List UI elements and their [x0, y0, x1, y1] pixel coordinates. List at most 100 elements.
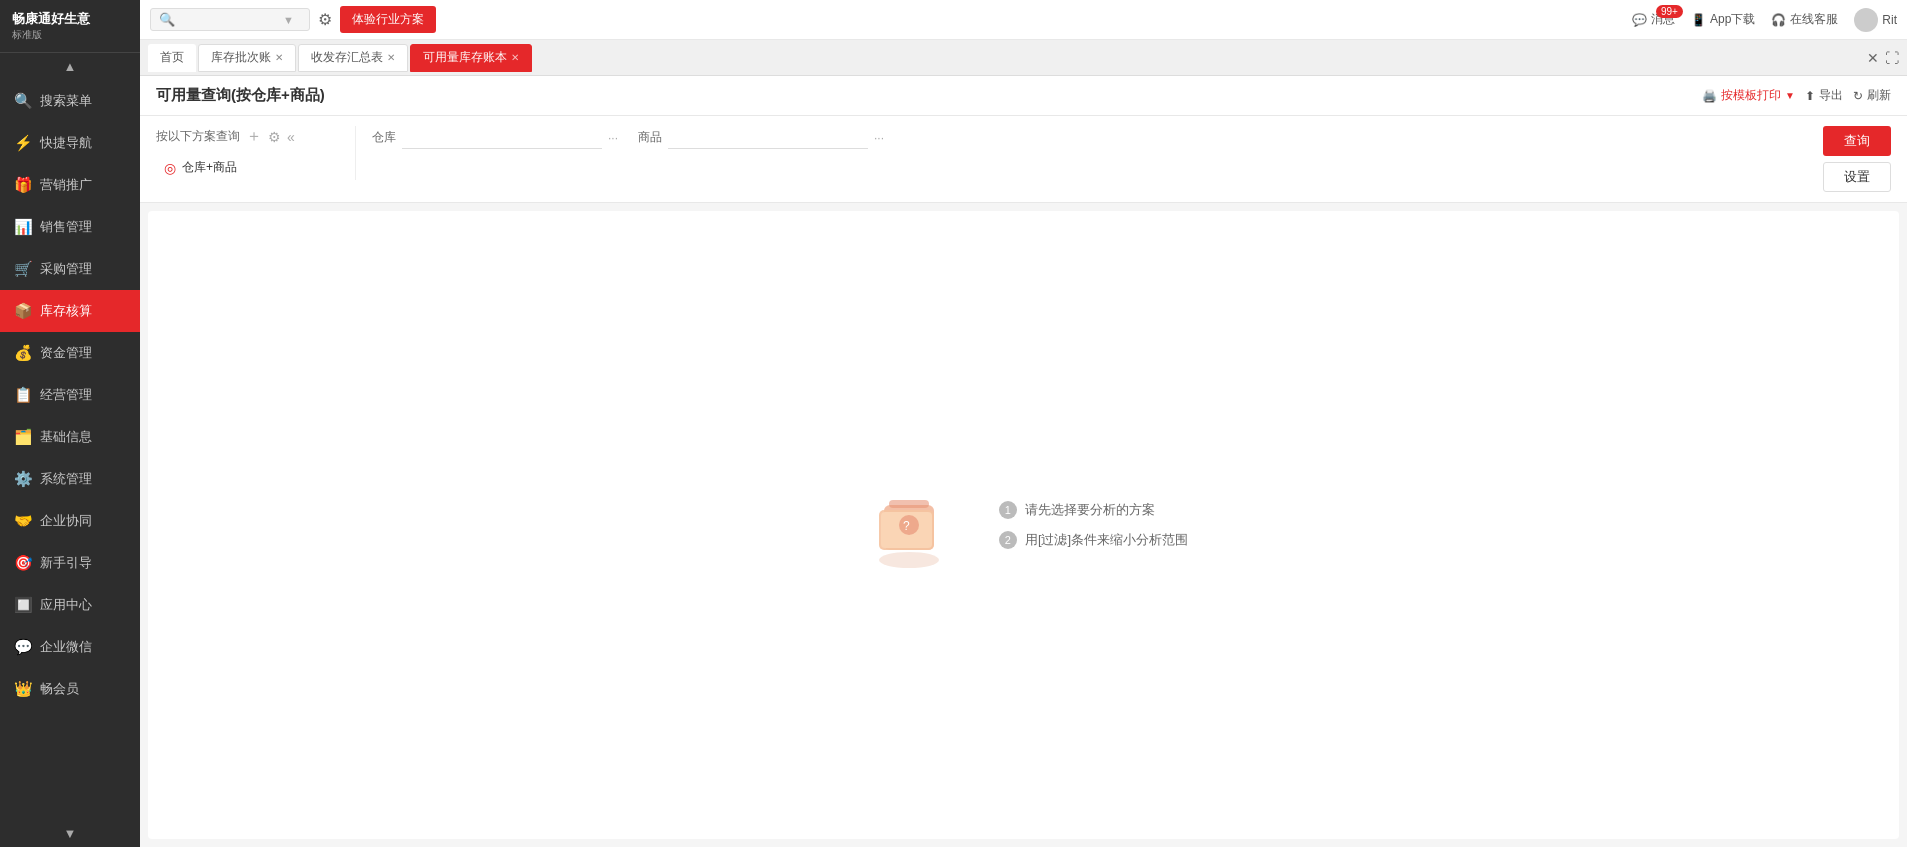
sidebar-item-basic-info[interactable]: 🗂️ 基础信息	[0, 416, 140, 458]
sidebar-item-label: 畅会员	[40, 680, 79, 698]
filter-gear-icon[interactable]: ⚙	[268, 129, 281, 145]
tip-num-1: 1	[999, 501, 1017, 519]
tabs-right-actions: ✕ ⛶	[1867, 50, 1899, 66]
tab-home[interactable]: 首页	[148, 44, 196, 72]
print-button[interactable]: 🖨️ 按模板打印 ▼	[1702, 87, 1795, 104]
empty-tip-2: 2 用[过滤]条件来缩小分析范围	[999, 531, 1188, 549]
message-badge: 99+	[1656, 5, 1683, 18]
tab-close-icon[interactable]: ✕	[511, 52, 519, 63]
export-button[interactable]: ⬆ 导出	[1805, 87, 1843, 104]
expand-icon[interactable]: ⛶	[1885, 50, 1899, 66]
chat-icon: 💬	[14, 638, 32, 656]
sidebar-item-enterprise-coop[interactable]: 🤝 企业协同	[0, 500, 140, 542]
sidebar-nav: 🔍 搜索菜单 ⚡ 快捷导航 🎁 营销推广 📊 销售管理 🛒 采购管理 📦 库存核…	[0, 80, 140, 820]
sidebar-item-search[interactable]: 🔍 搜索菜单	[0, 80, 140, 122]
filter-add-button[interactable]: ＋	[246, 126, 262, 147]
industry-solution-button[interactable]: 体验行业方案	[340, 6, 436, 33]
online-service-button[interactable]: 🎧 在线客服	[1771, 11, 1838, 28]
chevron-down-icon[interactable]: ▼	[283, 14, 294, 26]
goods-label: 商品	[638, 129, 662, 146]
tab-label: 库存批次账	[211, 49, 271, 66]
refresh-icon: ↻	[1853, 89, 1863, 103]
sidebar-item-enterprise-wx[interactable]: 💬 企业微信	[0, 626, 140, 668]
scheme-item-warehouse-goods[interactable]: ◎ 仓库+商品	[156, 155, 343, 180]
svg-point-0	[879, 552, 939, 568]
app-label: App下载	[1710, 11, 1755, 28]
sidebar-item-app-center[interactable]: 🔲 应用中心	[0, 584, 140, 626]
phone-icon: 📱	[1691, 13, 1706, 27]
warehouse-filter-field: 仓库 ···	[372, 126, 618, 149]
tip-text-2: 用[过滤]条件来缩小分析范围	[1025, 531, 1188, 549]
sidebar-item-marketing[interactable]: 🎁 营销推广	[0, 164, 140, 206]
filter-collapse-icon[interactable]: «	[287, 129, 295, 145]
sidebar-item-label: 采购管理	[40, 260, 92, 278]
sidebar-item-member[interactable]: 👑 畅会员	[0, 668, 140, 710]
tab-recv-summary[interactable]: 收发存汇总表 ✕	[298, 44, 408, 72]
main-area: 🔍 ▼ ⚙ 体验行业方案 💬 消息 99+ 📱 App下载 🎧 在线客服 Rit	[140, 0, 1907, 847]
sidebar-item-label: 资金管理	[40, 344, 92, 362]
money-icon: 💰	[14, 344, 32, 362]
search-icon: 🔍	[159, 12, 175, 27]
empty-tip-1: 1 请先选择要分析的方案	[999, 501, 1188, 519]
filter-fields: 仓库 ··· 商品 ···	[356, 126, 1807, 149]
sidebar-item-label: 库存核算	[40, 302, 92, 320]
export-icon: ⬆	[1805, 89, 1815, 103]
sidebar-item-system[interactable]: ⚙️ 系统管理	[0, 458, 140, 500]
app-download-button[interactable]: 📱 App下载	[1691, 11, 1755, 28]
page-title: 可用量查询(按仓库+商品)	[156, 86, 325, 105]
sidebar-item-label: 系统管理	[40, 470, 92, 488]
query-button[interactable]: 查询	[1823, 126, 1891, 156]
topbar-search-box[interactable]: 🔍 ▼	[150, 8, 310, 31]
sidebar-item-purchase[interactable]: 🛒 采购管理	[0, 248, 140, 290]
sidebar-item-inventory[interactable]: 📦 库存核算	[0, 290, 140, 332]
message-button[interactable]: 💬 消息 99+	[1632, 11, 1675, 28]
message-icon: 💬	[1632, 13, 1647, 27]
tab-close-icon[interactable]: ✕	[387, 52, 395, 63]
close-all-tabs-icon[interactable]: ✕	[1867, 50, 1879, 66]
warehouse-input[interactable]	[402, 126, 602, 149]
tab-close-icon[interactable]: ✕	[275, 52, 283, 63]
sidebar-scroll-down[interactable]: ▼	[0, 820, 140, 847]
sidebar-item-operations[interactable]: 📋 经营管理	[0, 374, 140, 416]
tab-batch-account[interactable]: 库存批次账 ✕	[198, 44, 296, 72]
warehouse-more-icon[interactable]: ···	[608, 131, 618, 145]
user-menu[interactable]: Rit	[1854, 8, 1897, 32]
filter-label-row: 按以下方案查询 ＋ ⚙ «	[156, 126, 343, 147]
refresh-button[interactable]: ↻ 刷新	[1853, 87, 1891, 104]
tab-label: 收发存汇总表	[311, 49, 383, 66]
goods-more-icon[interactable]: ···	[874, 131, 884, 145]
sidebar-item-label: 销售管理	[40, 218, 92, 236]
goods-input[interactable]	[668, 126, 868, 149]
sidebar-scroll-up[interactable]: ▲	[0, 53, 140, 80]
sidebar-item-shortcut[interactable]: ⚡ 快捷导航	[0, 122, 140, 164]
export-label: 导出	[1819, 87, 1843, 104]
warehouse-label: 仓库	[372, 129, 396, 146]
settings-button[interactable]: 设置	[1823, 162, 1891, 192]
target-icon: 🎯	[14, 554, 32, 572]
goods-filter-field: 商品 ···	[638, 126, 884, 149]
empty-state: ? 1 请先选择要分析的方案 2 用[过滤]条件来缩小分析范围	[148, 211, 1899, 839]
page-actions: 🖨️ 按模板打印 ▼ ⬆ 导出 ↻ 刷新	[1702, 87, 1891, 104]
folder-icon: 🗂️	[14, 428, 32, 446]
settings-icon[interactable]: ⚙	[318, 10, 332, 29]
app-name: 畅康通好生意	[12, 10, 128, 28]
headset-icon: 🎧	[1771, 13, 1786, 27]
sidebar-item-label: 搜索菜单	[40, 92, 92, 110]
sidebar-item-label: 营销推广	[40, 176, 92, 194]
avatar	[1854, 8, 1878, 32]
box-icon: 📦	[14, 302, 32, 320]
sidebar-logo: 畅康通好生意 标准版	[0, 0, 140, 53]
sidebar-item-label: 企业协同	[40, 512, 92, 530]
search-input[interactable]	[179, 13, 279, 27]
lightning-icon: ⚡	[14, 134, 32, 152]
sidebar-item-new-guide[interactable]: 🎯 新手引导	[0, 542, 140, 584]
sidebar-item-finance[interactable]: 💰 资金管理	[0, 332, 140, 374]
sidebar-item-label: 应用中心	[40, 596, 92, 614]
tab-available-ledger[interactable]: 可用量库存账本 ✕	[410, 44, 532, 72]
sidebar-item-sales[interactable]: 📊 销售管理	[0, 206, 140, 248]
chevron-down-icon[interactable]: ▼	[1785, 90, 1795, 101]
clipboard-icon: 📋	[14, 386, 32, 404]
topbar: 🔍 ▼ ⚙ 体验行业方案 💬 消息 99+ 📱 App下载 🎧 在线客服 Rit	[140, 0, 1907, 40]
home-tab-label: 首页	[160, 49, 184, 66]
username: Rit	[1882, 13, 1897, 27]
